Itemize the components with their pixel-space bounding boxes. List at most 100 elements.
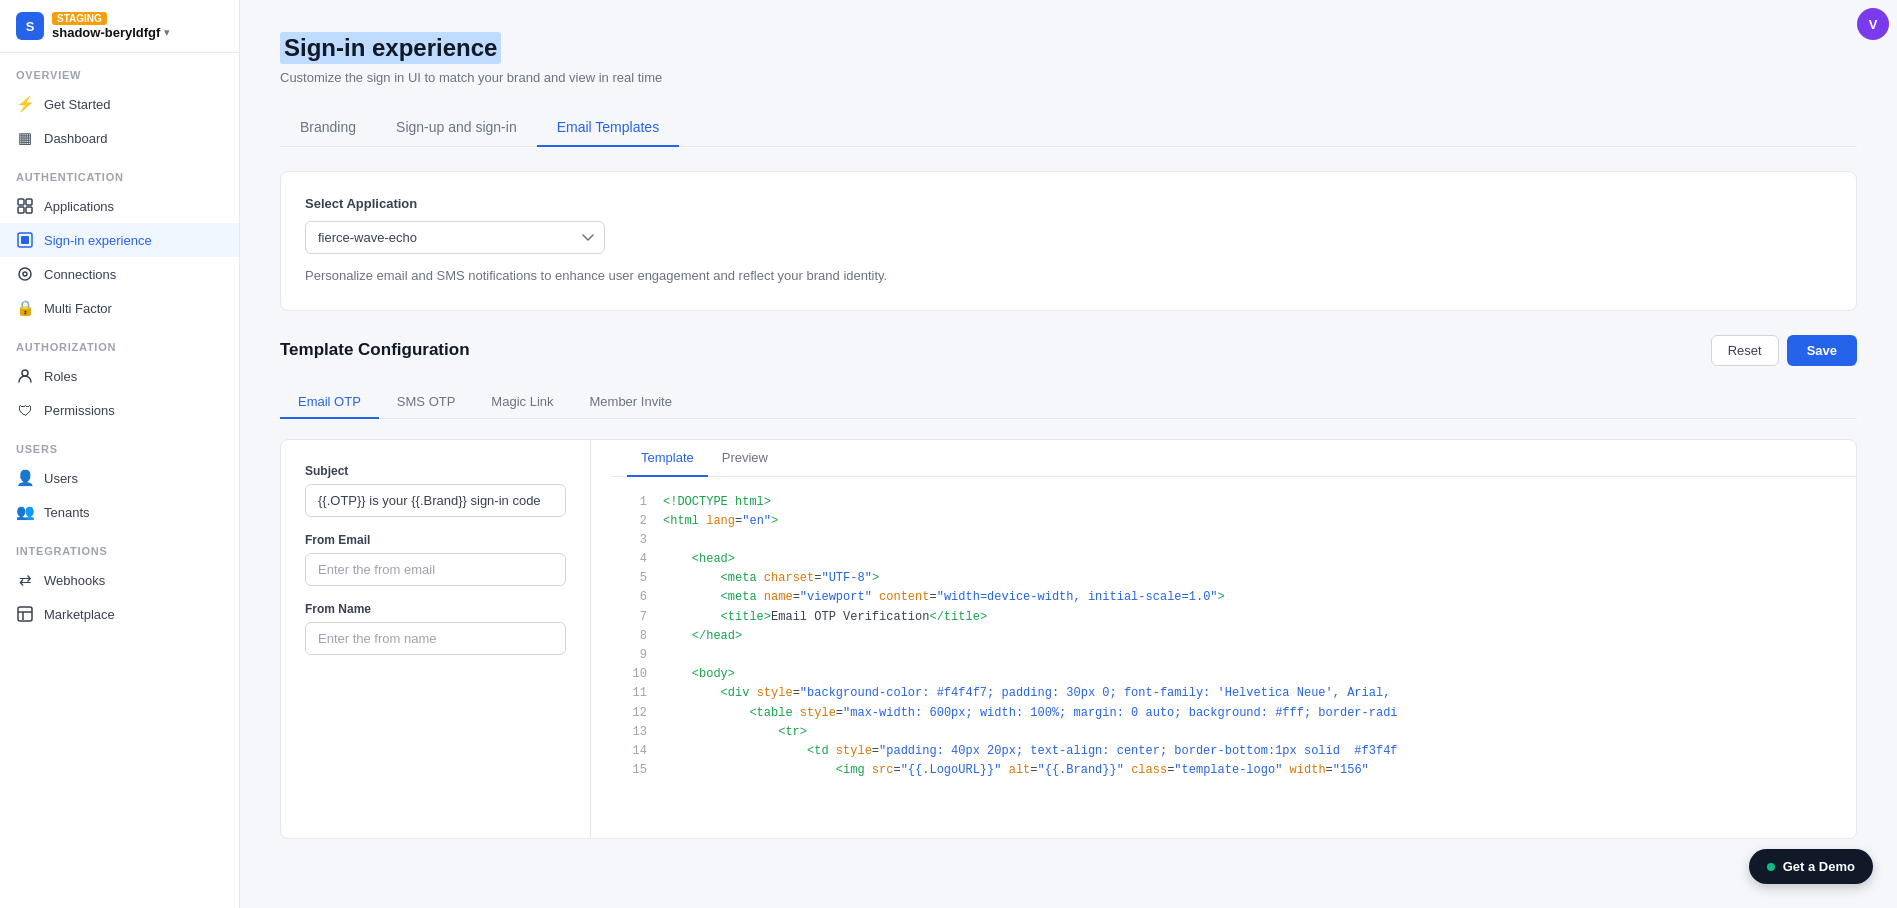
sidebar-item-connections[interactable]: Connections [0, 257, 239, 291]
save-button[interactable]: Save [1787, 335, 1857, 366]
app-select-dropdown[interactable]: fierce-wave-echo [305, 221, 605, 254]
code-content: <meta charset="UTF-8"> [663, 569, 1840, 588]
tab-sign-up-sign-in[interactable]: Sign-up and sign-in [376, 109, 537, 147]
sidebar-item-applications[interactable]: Applications [0, 189, 239, 223]
line-number: 8 [627, 627, 647, 646]
code-content: <tr> [663, 723, 1840, 742]
tab-email-otp[interactable]: Email OTP [280, 386, 379, 419]
user-avatar[interactable]: V [1857, 8, 1889, 40]
tab-email-templates[interactable]: Email Templates [537, 109, 679, 147]
line-number: 11 [627, 684, 647, 703]
section-label-integrations: INTEGRATIONS [0, 529, 239, 563]
sidebar-item-label: Roles [44, 369, 77, 384]
sidebar-item-users[interactable]: 👤 Users [0, 461, 239, 495]
sign-in-icon [16, 231, 34, 249]
line-number: 12 [627, 704, 647, 723]
sidebar-header: S STAGING shadow-beryldfgf ▾ [0, 0, 239, 53]
svg-rect-1 [26, 199, 32, 205]
subject-input[interactable] [305, 484, 566, 517]
line-number: 5 [627, 569, 647, 588]
sidebar-item-sign-in-experience[interactable]: Sign-in experience [0, 223, 239, 257]
subject-label: Subject [305, 464, 566, 478]
sidebar-item-roles[interactable]: Roles [0, 359, 239, 393]
demo-dot [1767, 863, 1775, 871]
code-line: 8 </head> [627, 627, 1840, 646]
code-content: <td style="padding: 40px 20px; text-alig… [663, 742, 1840, 761]
sidebar-section-overview: OVERVIEW ⚡ Get Started ▦ Dashboard [0, 53, 239, 155]
sidebar-item-permissions[interactable]: 🛡 Permissions [0, 393, 239, 427]
get-demo-button[interactable]: Get a Demo [1749, 849, 1873, 884]
code-line: 10 <body> [627, 665, 1840, 684]
line-number: 1 [627, 493, 647, 512]
code-line: 6 <meta name="viewport" content="width=d… [627, 588, 1840, 607]
sidebar-section-authentication: AUTHENTICATION Applications Sign-in expe… [0, 155, 239, 325]
page-title: Sign-in experience [280, 32, 501, 64]
staging-badge: STAGING [52, 12, 107, 25]
sidebar-item-label: Get Started [44, 97, 110, 112]
tab-member-invite[interactable]: Member Invite [572, 386, 690, 419]
code-line: 11 <div style="background-color: #f4f4f7… [627, 684, 1840, 703]
code-content: <img src="{{.LogoURL}}" alt="{{.Brand}}"… [663, 761, 1840, 780]
marketplace-icon [16, 605, 34, 623]
code-editor[interactable]: 1 <!DOCTYPE html> 2 <html lang="en"> 3 4… [611, 477, 1856, 838]
code-content: <head> [663, 550, 1840, 569]
code-line: 5 <meta charset="UTF-8"> [627, 569, 1840, 588]
sidebar-section-users: USERS 👤 Users 👥 Tenants [0, 427, 239, 529]
code-line: 9 [627, 646, 1840, 665]
tab-branding[interactable]: Branding [280, 109, 376, 147]
sidebar-item-label: Sign-in experience [44, 233, 152, 248]
demo-label: Get a Demo [1783, 859, 1855, 874]
sidebar-item-label: Webhooks [44, 573, 105, 588]
right-tab-template[interactable]: Template [627, 440, 708, 477]
section-header: Template Configuration Reset Save [280, 335, 1857, 366]
sidebar-item-label: Tenants [44, 505, 90, 520]
section-title: Template Configuration [280, 340, 470, 360]
select-application-card: Select Application fierce-wave-echo Pers… [280, 171, 1857, 311]
reset-button[interactable]: Reset [1711, 335, 1779, 366]
sidebar-logo: S [16, 12, 44, 40]
tab-sms-otp[interactable]: SMS OTP [379, 386, 474, 419]
sidebar-app-title[interactable]: STAGING [52, 12, 223, 25]
code-line: 12 <table style="max-width: 600px; width… [627, 704, 1840, 723]
sidebar-item-marketplace[interactable]: Marketplace [0, 597, 239, 631]
code-content: <table style="max-width: 600px; width: 1… [663, 704, 1840, 723]
topbar-right: V [1849, 0, 1897, 48]
line-number: 13 [627, 723, 647, 742]
code-content: <meta name="viewport" content="width=dev… [663, 588, 1840, 607]
chevron-down-icon: ▾ [164, 26, 170, 39]
code-line: 15 <img src="{{.LogoURL}}" alt="{{.Brand… [627, 761, 1840, 780]
action-buttons: Reset Save [1711, 335, 1857, 366]
sidebar-item-multifactor[interactable]: 🔒 Multi Factor [0, 291, 239, 325]
svg-rect-3 [26, 207, 32, 213]
from-name-input[interactable] [305, 622, 566, 655]
code-line: 3 [627, 531, 1840, 550]
grid-icon: ▦ [16, 129, 34, 147]
shield-icon: 🛡 [16, 401, 34, 419]
from-email-input[interactable] [305, 553, 566, 586]
code-line: 14 <td style="padding: 40px 20px; text-a… [627, 742, 1840, 761]
right-tab-preview[interactable]: Preview [708, 440, 782, 477]
select-app-label: Select Application [305, 196, 1832, 211]
right-panel-tabs: Template Preview [611, 440, 1856, 477]
sidebar-item-label: Users [44, 471, 78, 486]
sidebar-item-label: Multi Factor [44, 301, 112, 316]
code-content: </head> [663, 627, 1840, 646]
code-content: <title>Email OTP Verification</title> [663, 608, 1840, 627]
tab-magic-link[interactable]: Magic Link [473, 386, 571, 419]
svg-rect-0 [18, 199, 24, 205]
sidebar-item-label: Marketplace [44, 607, 115, 622]
sidebar-section-integrations: INTEGRATIONS ⇄ Webhooks Marketplace [0, 529, 239, 631]
sidebar-item-get-started[interactable]: ⚡ Get Started [0, 87, 239, 121]
code-line: 4 <head> [627, 550, 1840, 569]
sidebar-item-tenants[interactable]: 👥 Tenants [0, 495, 239, 529]
page-subtitle: Customize the sign in UI to match your b… [280, 70, 1857, 85]
webhooks-icon: ⇄ [16, 571, 34, 589]
inner-tab-bar: Email OTP SMS OTP Magic Link Member Invi… [280, 386, 1857, 419]
sidebar-item-webhooks[interactable]: ⇄ Webhooks [0, 563, 239, 597]
user-icon: 👤 [16, 469, 34, 487]
sidebar-item-dashboard[interactable]: ▦ Dashboard [0, 121, 239, 155]
line-number: 6 [627, 588, 647, 607]
lightning-icon: ⚡ [16, 95, 34, 113]
sidebar-item-label: Dashboard [44, 131, 108, 146]
line-number: 15 [627, 761, 647, 780]
